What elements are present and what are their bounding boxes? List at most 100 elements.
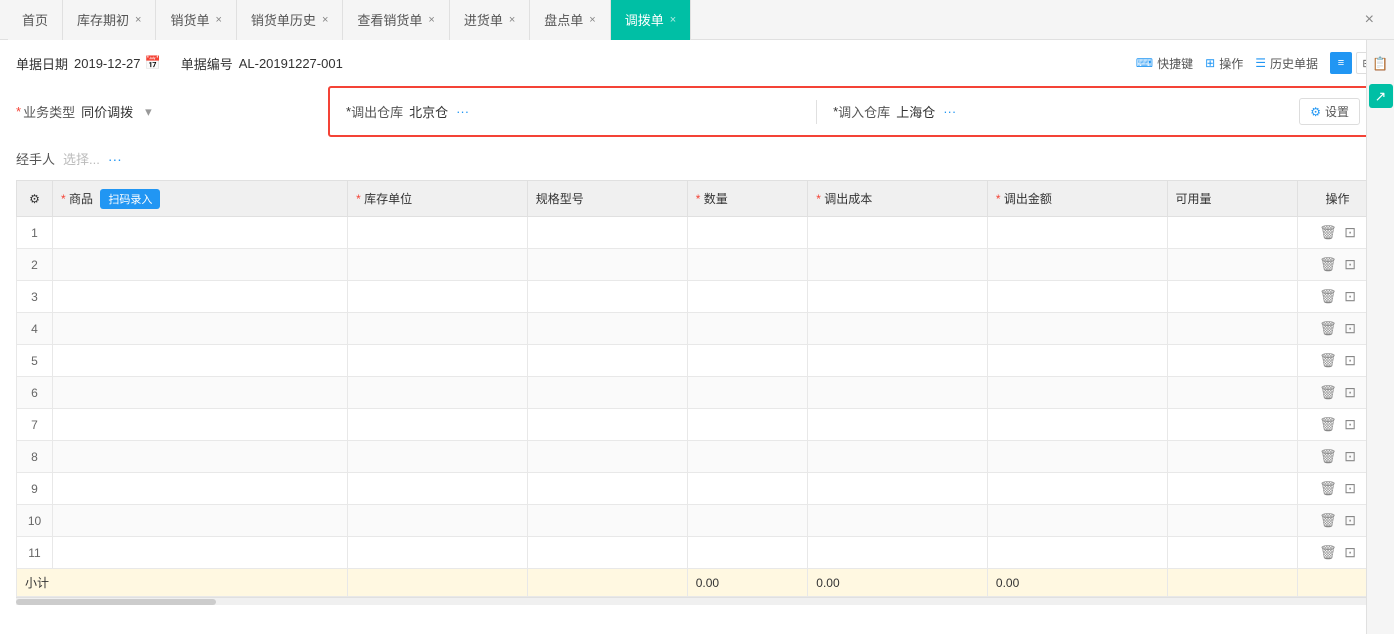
row-spec-10[interactable] [527, 505, 687, 537]
row-available-1[interactable] [1167, 217, 1297, 249]
row-amount-8[interactable] [987, 441, 1167, 473]
row-cost-8[interactable] [808, 441, 988, 473]
row-unit-6[interactable] [348, 377, 528, 409]
row-unit-11[interactable] [348, 537, 528, 569]
row-qty-2[interactable] [687, 249, 808, 281]
tab-inventory-check-close[interactable]: × [589, 14, 595, 26]
row-product-1[interactable] [53, 217, 348, 249]
row-unit-4[interactable] [348, 313, 528, 345]
row-available-7[interactable] [1167, 409, 1297, 441]
row-cost-11[interactable] [808, 537, 988, 569]
row-amount-3[interactable] [987, 281, 1167, 313]
row-product-2[interactable] [53, 249, 348, 281]
window-close-button[interactable]: × [1353, 11, 1386, 29]
row-cost-5[interactable] [808, 345, 988, 377]
operations-button[interactable]: ⊞ 操作 [1205, 55, 1243, 72]
delete-icon-9[interactable]: 🗑 [1319, 480, 1337, 496]
row-unit-7[interactable] [348, 409, 528, 441]
row-spec-9[interactable] [527, 473, 687, 505]
transfer-out-value[interactable]: 北京仓 [409, 102, 448, 121]
row-qty-1[interactable] [687, 217, 808, 249]
row-available-2[interactable] [1167, 249, 1297, 281]
tab-inventory-init[interactable]: 库存期初 × [63, 0, 156, 40]
right-panel-export-icon[interactable]: ↗ [1369, 84, 1393, 108]
row-amount-1[interactable] [987, 217, 1167, 249]
row-product-9[interactable] [53, 473, 348, 505]
copy-icon-4[interactable]: ⊡ [1344, 320, 1356, 336]
delete-icon-2[interactable]: 🗑 [1319, 256, 1337, 272]
tab-inventory-check[interactable]: 盘点单 × [530, 0, 610, 40]
row-amount-10[interactable] [987, 505, 1167, 537]
delete-icon-7[interactable]: 🗑 [1319, 416, 1337, 432]
copy-icon-2[interactable]: ⊡ [1344, 256, 1356, 272]
row-cost-3[interactable] [808, 281, 988, 313]
row-amount-4[interactable] [987, 313, 1167, 345]
tab-inventory-init-close[interactable]: × [135, 14, 141, 26]
copy-icon-5[interactable]: ⊡ [1344, 352, 1356, 368]
tab-view-sales-close[interactable]: × [428, 14, 434, 26]
row-spec-1[interactable] [527, 217, 687, 249]
row-qty-11[interactable] [687, 537, 808, 569]
delete-icon-3[interactable]: 🗑 [1319, 288, 1337, 304]
row-available-3[interactable] [1167, 281, 1297, 313]
tab-transfer-close[interactable]: × [670, 14, 676, 26]
row-spec-6[interactable] [527, 377, 687, 409]
row-product-4[interactable] [53, 313, 348, 345]
right-panel-note-icon[interactable]: 📋 [1369, 52, 1393, 76]
tab-transfer[interactable]: 调拨单 × [611, 0, 691, 40]
row-qty-9[interactable] [687, 473, 808, 505]
layout-list-icon[interactable]: ≡ [1330, 52, 1352, 74]
row-product-10[interactable] [53, 505, 348, 537]
delete-icon-10[interactable]: 🗑 [1319, 512, 1337, 528]
row-qty-3[interactable] [687, 281, 808, 313]
tab-purchase-close[interactable]: × [509, 14, 515, 26]
row-amount-7[interactable] [987, 409, 1167, 441]
row-cost-4[interactable] [808, 313, 988, 345]
row-available-10[interactable] [1167, 505, 1297, 537]
row-qty-7[interactable] [687, 409, 808, 441]
copy-icon-3[interactable]: ⊡ [1344, 288, 1356, 304]
row-qty-10[interactable] [687, 505, 808, 537]
row-spec-2[interactable] [527, 249, 687, 281]
row-spec-3[interactable] [527, 281, 687, 313]
row-unit-2[interactable] [348, 249, 528, 281]
row-available-9[interactable] [1167, 473, 1297, 505]
row-unit-1[interactable] [348, 217, 528, 249]
row-cost-10[interactable] [808, 505, 988, 537]
row-available-8[interactable] [1167, 441, 1297, 473]
row-unit-9[interactable] [348, 473, 528, 505]
calendar-icon[interactable]: 📅 [145, 55, 161, 71]
delete-icon-5[interactable]: 🗑 [1319, 352, 1337, 368]
row-product-6[interactable] [53, 377, 348, 409]
transfer-out-more-icon[interactable]: ··· [456, 104, 469, 119]
row-unit-10[interactable] [348, 505, 528, 537]
row-cost-6[interactable] [808, 377, 988, 409]
copy-icon-10[interactable]: ⊡ [1344, 512, 1356, 528]
tab-sales-history-close[interactable]: × [322, 14, 328, 26]
row-product-7[interactable] [53, 409, 348, 441]
row-spec-11[interactable] [527, 537, 687, 569]
history-button[interactable]: ☰ 历史单据 [1255, 55, 1318, 72]
row-product-3[interactable] [53, 281, 348, 313]
row-qty-8[interactable] [687, 441, 808, 473]
th-settings[interactable]: ⚙ [17, 181, 53, 217]
row-cost-7[interactable] [808, 409, 988, 441]
settings-button[interactable]: ⚙ 设置 [1299, 98, 1360, 125]
tab-sales-order-close[interactable]: × [215, 14, 221, 26]
tab-home[interactable]: 首页 [8, 0, 63, 40]
row-product-8[interactable] [53, 441, 348, 473]
row-cost-9[interactable] [808, 473, 988, 505]
row-cost-1[interactable] [808, 217, 988, 249]
row-amount-6[interactable] [987, 377, 1167, 409]
tab-view-sales[interactable]: 查看销货单 × [343, 0, 449, 40]
row-available-4[interactable] [1167, 313, 1297, 345]
row-spec-8[interactable] [527, 441, 687, 473]
row-available-5[interactable] [1167, 345, 1297, 377]
delete-icon-6[interactable]: 🗑 [1319, 384, 1337, 400]
row-amount-9[interactable] [987, 473, 1167, 505]
row-available-6[interactable] [1167, 377, 1297, 409]
row-spec-5[interactable] [527, 345, 687, 377]
row-qty-6[interactable] [687, 377, 808, 409]
delete-icon-1[interactable]: 🗑 [1319, 224, 1337, 240]
handler-input[interactable]: 选择... [63, 149, 100, 168]
